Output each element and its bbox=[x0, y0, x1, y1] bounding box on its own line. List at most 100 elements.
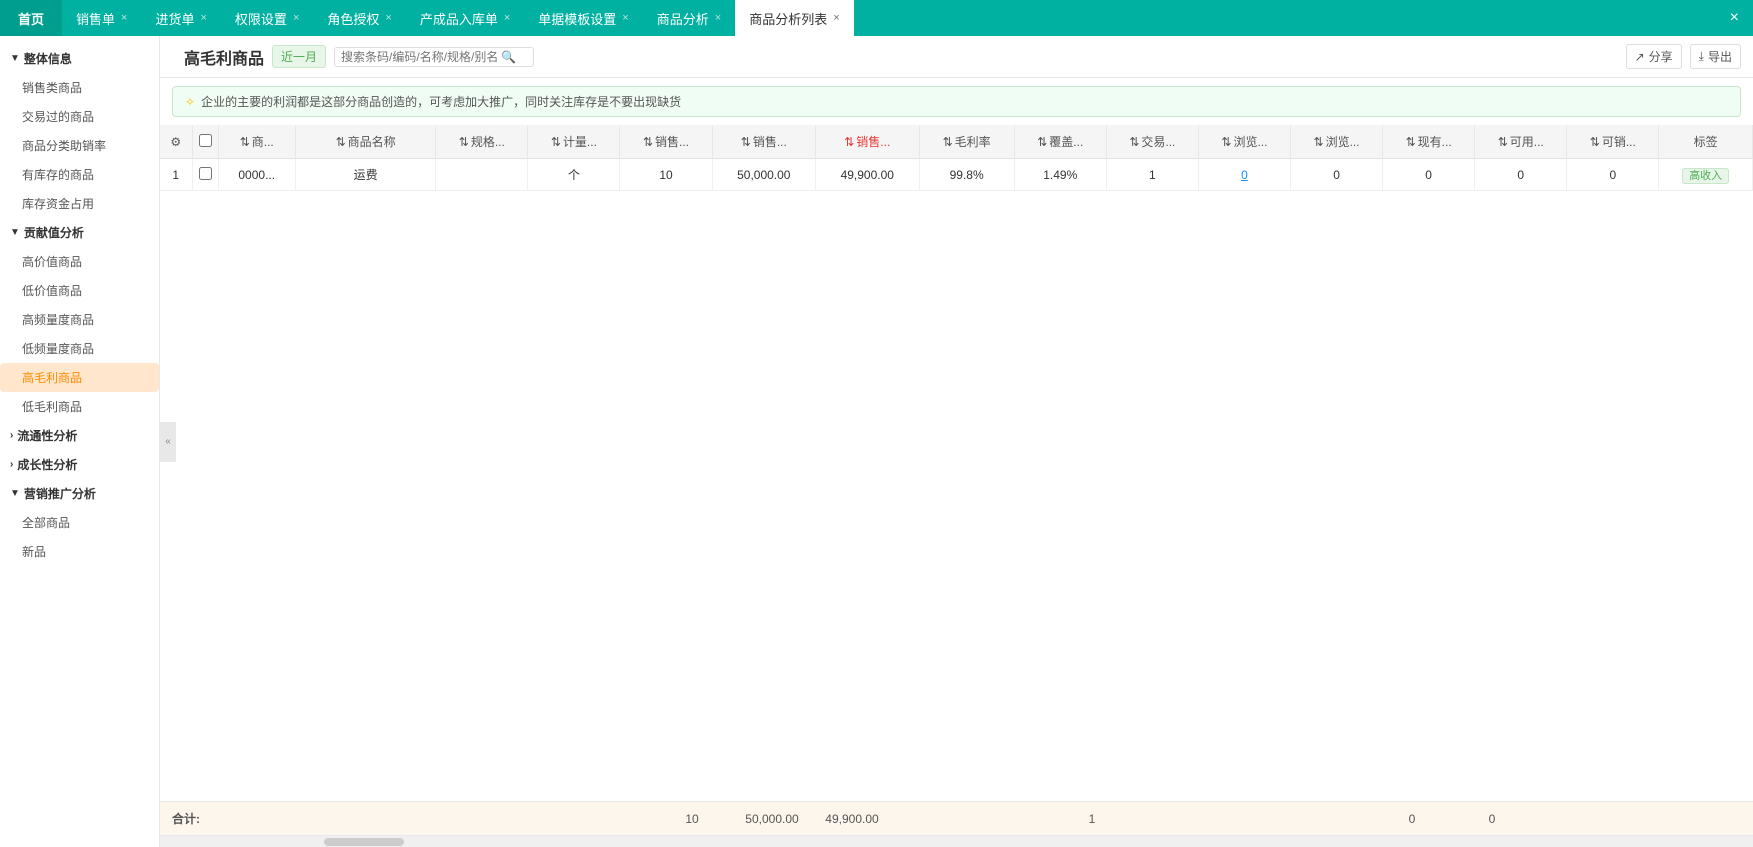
th-settings[interactable]: ⚙ bbox=[160, 125, 192, 159]
export-button[interactable]: ⤓ 导出 bbox=[1690, 44, 1741, 69]
search-icon[interactable]: 🔍 bbox=[501, 50, 516, 64]
nav-product-in[interactable]: 产成品入库单 × bbox=[406, 0, 524, 36]
th-trade-count[interactable]: ⇅交易... bbox=[1106, 125, 1198, 159]
sidebar-group-marketing[interactable]: ▼ 营销推广分析 bbox=[0, 479, 159, 508]
info-text: 企业的主要的利润都是这部分商品创造的，可考虑加大推广，同时关注库存是不要出现缺货 bbox=[201, 93, 681, 110]
th-tag: 标签 bbox=[1659, 125, 1753, 159]
period-button[interactable]: 近一月 bbox=[272, 45, 326, 68]
row-checkbox[interactable] bbox=[199, 167, 212, 180]
th-sales-profit[interactable]: ⇅销售... bbox=[816, 125, 919, 159]
window-close-button[interactable]: × bbox=[1716, 0, 1753, 36]
nav-sales[interactable]: 销售单 × bbox=[62, 0, 141, 36]
sort-saleable-icon: ⇅ bbox=[1590, 135, 1600, 149]
sidebar-item-goods-contrib[interactable]: 商品分类助销率 bbox=[0, 131, 159, 160]
goods-table: ⚙ ⇅商... ⇅商品名称 ⇅规格... bbox=[160, 125, 1753, 191]
row-browse2: 0 bbox=[1291, 159, 1383, 191]
footer-sales-amount: 50,000.00 bbox=[732, 812, 812, 826]
th-sales-qty[interactable]: ⇅销售... bbox=[620, 125, 712, 159]
th-name[interactable]: ⇅商品名称 bbox=[295, 125, 435, 159]
page-title: 高毛利商品 bbox=[184, 45, 264, 69]
row-browse1[interactable]: 0 bbox=[1198, 159, 1290, 191]
sort-name-icon: ⇅ bbox=[336, 135, 346, 149]
sidebar-item-sales-goods[interactable]: 销售类商品 bbox=[0, 73, 159, 102]
sort-available-icon: ⇅ bbox=[1498, 135, 1508, 149]
close-goods-analysis-tab[interactable]: × bbox=[715, 12, 721, 24]
th-margin-rate[interactable]: ⇅毛利率 bbox=[919, 125, 1014, 159]
sidebar-item-high-freq[interactable]: 高频量度商品 bbox=[0, 305, 159, 334]
close-sales-tab[interactable]: × bbox=[121, 12, 127, 24]
expand-overall-icon: ▼ bbox=[10, 53, 20, 64]
row-sales-qty: 10 bbox=[620, 159, 712, 191]
sort-spec-icon: ⇅ bbox=[459, 135, 469, 149]
table-container: ⚙ ⇅商... ⇅商品名称 ⇅规格... bbox=[160, 125, 1753, 801]
close-goods-analysis-list-tab[interactable]: × bbox=[833, 12, 839, 24]
th-saleable[interactable]: ⇅可销... bbox=[1567, 125, 1659, 159]
horizontal-scrollbar[interactable] bbox=[160, 835, 1753, 847]
th-current-stock[interactable]: ⇅现有... bbox=[1383, 125, 1475, 159]
th-code[interactable]: ⇅商... bbox=[218, 125, 295, 159]
sidebar-item-low-margin[interactable]: 低毛利商品 bbox=[0, 392, 159, 421]
row-saleable: 0 bbox=[1567, 159, 1659, 191]
sort-trade-count-icon: ⇅ bbox=[1129, 135, 1139, 149]
row-sales-amount: 50,000.00 bbox=[712, 159, 815, 191]
nav-permission[interactable]: 权限设置 × bbox=[221, 0, 313, 36]
footer-available: 0 bbox=[1372, 812, 1452, 826]
info-icon: ✧ bbox=[185, 95, 195, 109]
top-navigation: 首页 销售单 × 进货单 × 权限设置 × 角色授权 × 产成品入库单 × 单据… bbox=[0, 0, 1753, 36]
sidebar-item-capital-occupy[interactable]: 库存资金占用 bbox=[0, 189, 159, 218]
nav-home[interactable]: 首页 bbox=[0, 0, 62, 36]
select-all-checkbox[interactable] bbox=[199, 134, 212, 147]
row-name[interactable]: 运费 bbox=[295, 159, 435, 191]
sidebar-item-traded-goods[interactable]: 交易过的商品 bbox=[0, 102, 159, 131]
sidebar-item-high-value[interactable]: 高价值商品 bbox=[0, 247, 159, 276]
nav-template[interactable]: 单据模板设置 × bbox=[524, 0, 642, 36]
th-sales-amount[interactable]: ⇅销售... bbox=[712, 125, 815, 159]
sidebar-item-high-margin[interactable]: 高毛利商品 bbox=[0, 363, 159, 392]
sort-code-icon: ⇅ bbox=[240, 135, 250, 149]
th-coverage[interactable]: ⇅覆盖... bbox=[1014, 125, 1106, 159]
row-coverage: 1.49% bbox=[1014, 159, 1106, 191]
th-spec[interactable]: ⇅规格... bbox=[436, 125, 528, 159]
search-input[interactable] bbox=[341, 50, 501, 64]
expand-growth-icon: › bbox=[10, 459, 13, 470]
sidebar-item-new-goods[interactable]: 新品 bbox=[0, 537, 159, 566]
row-margin-rate: 99.8% bbox=[919, 159, 1014, 191]
row-sales-profit: 49,900.00 bbox=[816, 159, 919, 191]
th-browse2[interactable]: ⇅浏览... bbox=[1291, 125, 1383, 159]
content-area: « 高毛利商品 近一月 🔍 ↗ 分享 ⤓ 导出 ✧ 企业的主要的利润都是这部分商… bbox=[160, 36, 1753, 847]
nav-role[interactable]: 角色授权 × bbox=[313, 0, 405, 36]
sidebar-group-trend[interactable]: › 流通性分析 bbox=[0, 421, 159, 450]
nav-goods-analysis-list[interactable]: 商品分析列表 × bbox=[735, 0, 853, 36]
close-template-tab[interactable]: × bbox=[622, 12, 628, 24]
sidebar-group-growth[interactable]: › 成长性分析 bbox=[0, 450, 159, 479]
row-spec bbox=[436, 159, 528, 191]
sidebar-group-overall[interactable]: ▼ 整体信息 bbox=[0, 44, 159, 73]
sidebar-collapse-button[interactable]: « bbox=[160, 422, 176, 462]
sort-browse1-icon: ⇅ bbox=[1221, 135, 1231, 149]
sidebar-item-low-value[interactable]: 低价值商品 bbox=[0, 276, 159, 305]
close-role-tab[interactable]: × bbox=[385, 12, 391, 24]
close-purchase-tab[interactable]: × bbox=[200, 12, 206, 24]
sort-browse2-icon: ⇅ bbox=[1314, 135, 1324, 149]
row-checkbox-cell bbox=[192, 159, 218, 191]
share-icon: ↗ bbox=[1635, 50, 1645, 64]
content-header: 高毛利商品 近一月 🔍 ↗ 分享 ⤓ 导出 bbox=[160, 36, 1753, 78]
th-unit[interactable]: ⇅计量... bbox=[528, 125, 620, 159]
share-button[interactable]: ↗ 分享 bbox=[1626, 44, 1682, 69]
table-header-row: ⚙ ⇅商... ⇅商品名称 ⇅规格... bbox=[160, 125, 1753, 159]
nav-goods-analysis[interactable]: 商品分析 × bbox=[643, 0, 735, 36]
table-footer: 合计: 10 50,000.00 49,900.00 1 0 0 bbox=[160, 801, 1753, 835]
sidebar-item-all-goods[interactable]: 全部商品 bbox=[0, 508, 159, 537]
th-browse1[interactable]: ⇅浏览... bbox=[1198, 125, 1290, 159]
th-available[interactable]: ⇅可用... bbox=[1475, 125, 1567, 159]
close-permission-tab[interactable]: × bbox=[293, 12, 299, 24]
sidebar-item-stocked-goods[interactable]: 有库存的商品 bbox=[0, 160, 159, 189]
sidebar-group-financial[interactable]: ▼ 贡献值分析 bbox=[0, 218, 159, 247]
row-trade-count: 1 bbox=[1106, 159, 1198, 191]
sidebar-item-low-freq[interactable]: 低频量度商品 bbox=[0, 334, 159, 363]
scroll-thumb[interactable] bbox=[324, 838, 404, 846]
sort-sales-amount-icon: ⇅ bbox=[741, 135, 751, 149]
sort-current-stock-icon: ⇅ bbox=[1406, 135, 1416, 149]
nav-purchase[interactable]: 进货单 × bbox=[141, 0, 220, 36]
close-product-in-tab[interactable]: × bbox=[504, 12, 510, 24]
